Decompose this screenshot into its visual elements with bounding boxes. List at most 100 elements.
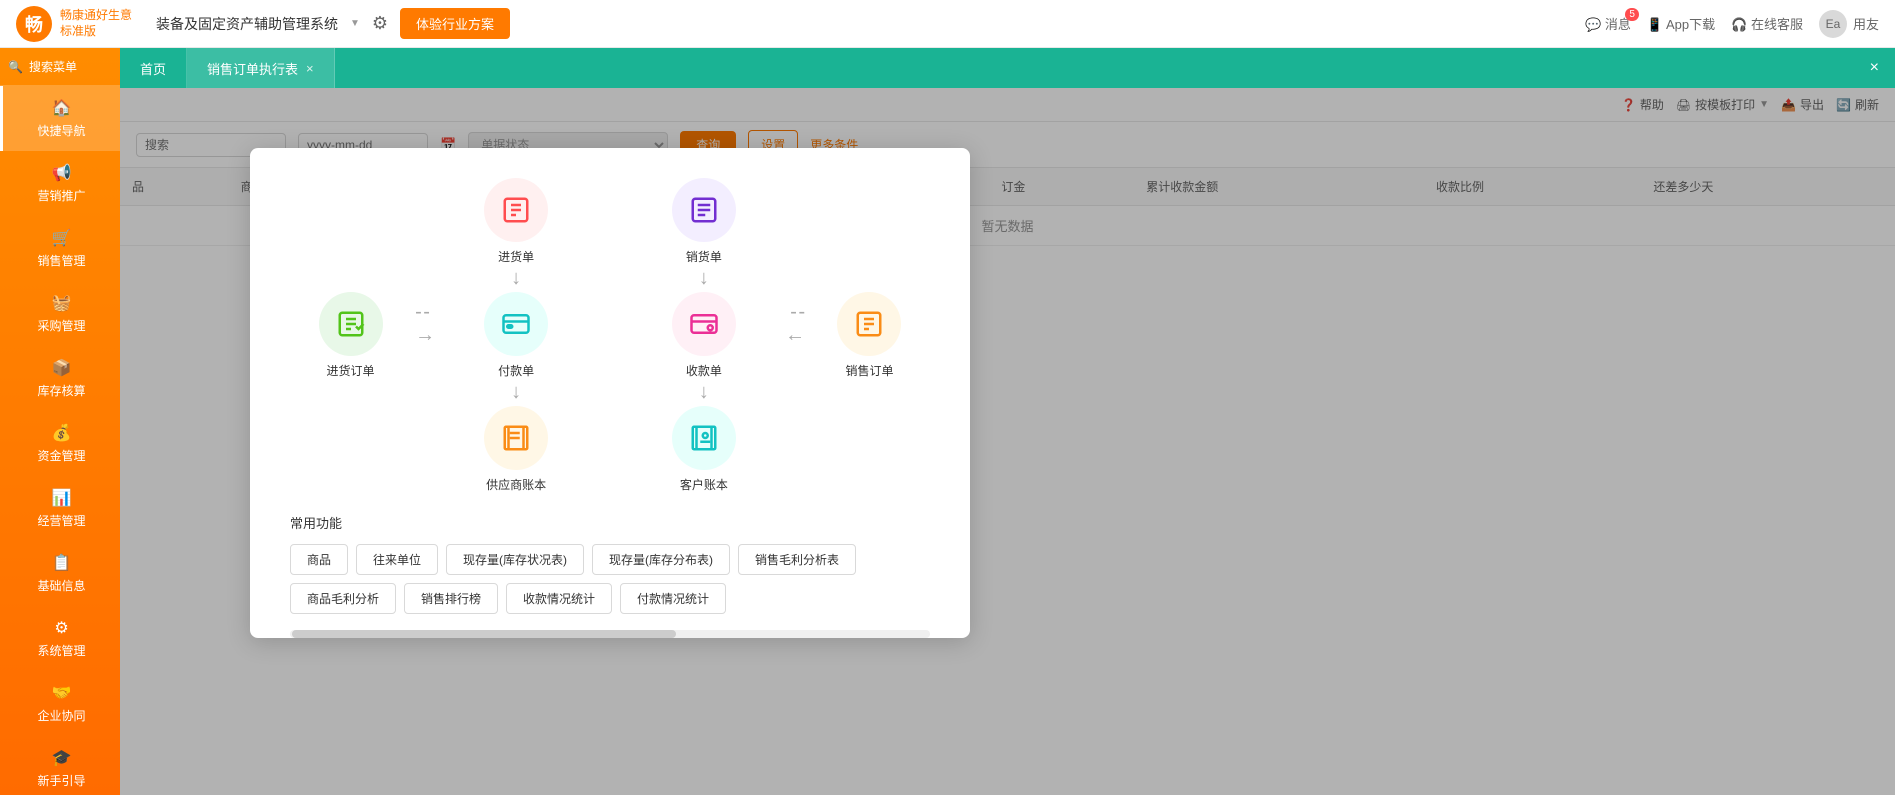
tab-panel-close-icon[interactable]: × bbox=[1854, 59, 1895, 77]
tab-sales-order[interactable]: 销售订单执行表 × bbox=[187, 48, 335, 88]
content-area: 首页 销售订单执行表 × × ❓ 帮助 🖨 bbox=[120, 48, 1895, 795]
top-bar-left: 畅 畅康通好生意 标准版 装备及固定资产辅助管理系统 ▼ ⚙ 体验行业方案 bbox=[16, 6, 510, 42]
user-menu[interactable]: Ea 用友 bbox=[1819, 10, 1879, 38]
flow-node-supplier-ledger: 供应商账本 bbox=[451, 406, 581, 493]
arrow-receipt-down: ↓ bbox=[699, 381, 709, 404]
arrow-purchase-order-to-bill: - - → bbox=[415, 301, 447, 347]
message-badge: 5 bbox=[1625, 8, 1639, 21]
common-section: 常用功能 商品 往来单位 现存量(库存状况表) 现存量(库存分布表) 销售毛利分… bbox=[290, 513, 930, 614]
flow-node-sales-bill: 销货单 bbox=[639, 178, 769, 265]
purchase-order-label: 进货订单 bbox=[327, 362, 375, 379]
purchase-bill-label: 进货单 bbox=[498, 248, 534, 265]
arrow-purchase-bill-down: ↓ bbox=[511, 267, 521, 290]
tab-home[interactable]: 首页 bbox=[120, 48, 187, 88]
sales-bill-label: 销货单 bbox=[686, 248, 722, 265]
service-icon: 🎧 bbox=[1731, 17, 1747, 32]
sales-icon: 🛒 bbox=[52, 228, 72, 248]
logo-area: 畅 畅康通好生意 标准版 bbox=[16, 6, 136, 42]
search-menu[interactable]: 🔍 搜索菜单 bbox=[0, 48, 120, 86]
inventory-icon: 📦 bbox=[52, 358, 72, 378]
sidebar-nav: 🏠 快捷导航 📢 营销推广 🛒 销售管理 🧺 采购管理 📦 库存核 bbox=[0, 86, 120, 795]
common-btn-product[interactable]: 商品 bbox=[290, 544, 348, 575]
arrow-payment-down: ↓ bbox=[511, 381, 521, 404]
sidebar-item-sys-mgmt[interactable]: ⚙ 系统管理 bbox=[0, 606, 120, 671]
receipt-label: 收款单 bbox=[686, 362, 722, 379]
payment-icon bbox=[484, 292, 548, 356]
purchase-order-icon bbox=[319, 292, 383, 356]
purchase-icon: 🧺 bbox=[52, 293, 72, 313]
supplier-ledger-icon bbox=[484, 406, 548, 470]
top-right: 💬 5 消息 📱 App下载 🎧 在线客服 Ea 用友 bbox=[1585, 10, 1879, 38]
payment-label: 付款单 bbox=[498, 362, 534, 379]
logo-text: 畅康通好生意 标准版 bbox=[60, 8, 132, 39]
scrollbar-thumb bbox=[292, 630, 676, 638]
flow-node-purchase-bill: 进货单 bbox=[451, 178, 581, 265]
enterprise-icon: 🤝 bbox=[52, 683, 72, 703]
sales-order-label: 销售订单 bbox=[845, 362, 893, 379]
online-service-button[interactable]: 🎧 在线客服 bbox=[1731, 14, 1803, 33]
arrow-sales-bill-to-order: - - → bbox=[773, 301, 805, 347]
flow-node-sales-order: 销售订单 bbox=[809, 292, 930, 379]
flow-node-customer-ledger: 客户账本 bbox=[639, 406, 769, 493]
modal-scrollbar[interactable] bbox=[290, 630, 930, 638]
common-btn-product-profit[interactable]: 商品毛利分析 bbox=[290, 583, 396, 614]
system-title-dropdown-icon[interactable]: ▼ bbox=[350, 18, 360, 29]
quick-nav-icon: 🏠 bbox=[52, 98, 72, 118]
tab-close-icon[interactable]: × bbox=[306, 61, 314, 76]
sidebar-item-newbie[interactable]: 🎓 新手引导 bbox=[0, 736, 120, 795]
sales-bill-icon bbox=[672, 178, 736, 242]
download-icon: 📱 bbox=[1647, 17, 1663, 32]
avatar: Ea bbox=[1819, 10, 1847, 38]
customer-ledger-label: 客户账本 bbox=[680, 476, 728, 493]
sidebar-item-purchase[interactable]: 🧺 采购管理 bbox=[0, 281, 120, 346]
flow-node-purchase-order: 进货订单 bbox=[290, 292, 411, 379]
sales-order-icon bbox=[837, 292, 901, 356]
flow-node-payment: 付款单 bbox=[451, 292, 581, 379]
common-btn-payment-stats[interactable]: 付款情况统计 bbox=[620, 583, 726, 614]
flow-section: 进货订单 - - → bbox=[290, 178, 930, 493]
sidebar-item-finance[interactable]: 💰 资金管理 bbox=[0, 411, 120, 476]
sidebar-item-sales[interactable]: 🛒 销售管理 bbox=[0, 216, 120, 281]
sidebar-item-enterprise[interactable]: 🤝 企业协同 bbox=[0, 671, 120, 736]
base-info-icon: 📋 bbox=[52, 553, 72, 573]
search-icon: 🔍 bbox=[8, 60, 23, 74]
message-button[interactable]: 💬 5 消息 bbox=[1585, 14, 1631, 33]
sidebar-item-quick-nav[interactable]: 🏠 快捷导航 bbox=[0, 86, 120, 151]
flow-col-purchase-bill: 进货单 ↓ bbox=[451, 178, 581, 493]
customer-ledger-icon bbox=[672, 406, 736, 470]
main-layout: 🔍 搜索菜单 🏠 快捷导航 📢 营销推广 🛒 销售管理 🧺 bbox=[0, 48, 1895, 795]
system-title: 装备及固定资产辅助管理系统 bbox=[156, 14, 338, 34]
receipt-icon bbox=[672, 292, 736, 356]
common-btn-partner[interactable]: 往来单位 bbox=[356, 544, 438, 575]
page-content: ❓ 帮助 🖨 按模板打印 ▼ 📤 导出 🔄 刷新 bbox=[120, 88, 1895, 795]
finance-icon: 💰 bbox=[52, 423, 72, 443]
top-bar: 畅 畅康通好生意 标准版 装备及固定资产辅助管理系统 ▼ ⚙ 体验行业方案 💬 … bbox=[0, 0, 1895, 48]
app-download-button[interactable]: 📱 App下载 bbox=[1647, 14, 1715, 33]
experience-button[interactable]: 体验行业方案 bbox=[400, 8, 510, 39]
modal-overlay[interactable]: 进货订单 - - → bbox=[120, 88, 1895, 795]
common-btn-inventory-status[interactable]: 现存量(库存状况表) bbox=[446, 544, 584, 575]
sidebar-item-inventory[interactable]: 📦 库存核算 bbox=[0, 346, 120, 411]
purchase-bill-icon bbox=[484, 178, 548, 242]
flow-node-receipt: 收款单 bbox=[639, 292, 769, 379]
common-btn-inventory-dist[interactable]: 现存量(库存分布表) bbox=[592, 544, 730, 575]
settings-icon[interactable]: ⚙ bbox=[372, 13, 388, 34]
arrow-sales-bill-down: ↓ bbox=[699, 267, 709, 290]
logo-icon: 畅 bbox=[16, 6, 52, 42]
sidebar-item-marketing[interactable]: 📢 营销推广 bbox=[0, 151, 120, 216]
newbie-icon: 🎓 bbox=[52, 748, 72, 768]
operations-icon: 📊 bbox=[52, 488, 72, 508]
supplier-ledger-label: 供应商账本 bbox=[486, 476, 546, 493]
sidebar: 🔍 搜索菜单 🏠 快捷导航 📢 营销推广 🛒 销售管理 🧺 bbox=[0, 48, 120, 795]
sidebar-item-operations[interactable]: 📊 经营管理 bbox=[0, 476, 120, 541]
common-btn-sales-profit[interactable]: 销售毛利分析表 bbox=[738, 544, 856, 575]
sidebar-item-base-info[interactable]: 📋 基础信息 bbox=[0, 541, 120, 606]
common-btn-receipt-stats[interactable]: 收款情况统计 bbox=[506, 583, 612, 614]
sys-mgmt-icon: ⚙ bbox=[54, 618, 68, 638]
common-btn-sales-ranking[interactable]: 销售排行榜 bbox=[404, 583, 498, 614]
modal-box: 进货订单 - - → bbox=[250, 148, 970, 638]
tab-bar: 首页 销售订单执行表 × × bbox=[120, 48, 1895, 88]
message-icon: 💬 bbox=[1585, 17, 1601, 32]
marketing-icon: 📢 bbox=[52, 163, 72, 183]
flow-col-sales-bill: 销货单 ↓ bbox=[639, 178, 769, 493]
